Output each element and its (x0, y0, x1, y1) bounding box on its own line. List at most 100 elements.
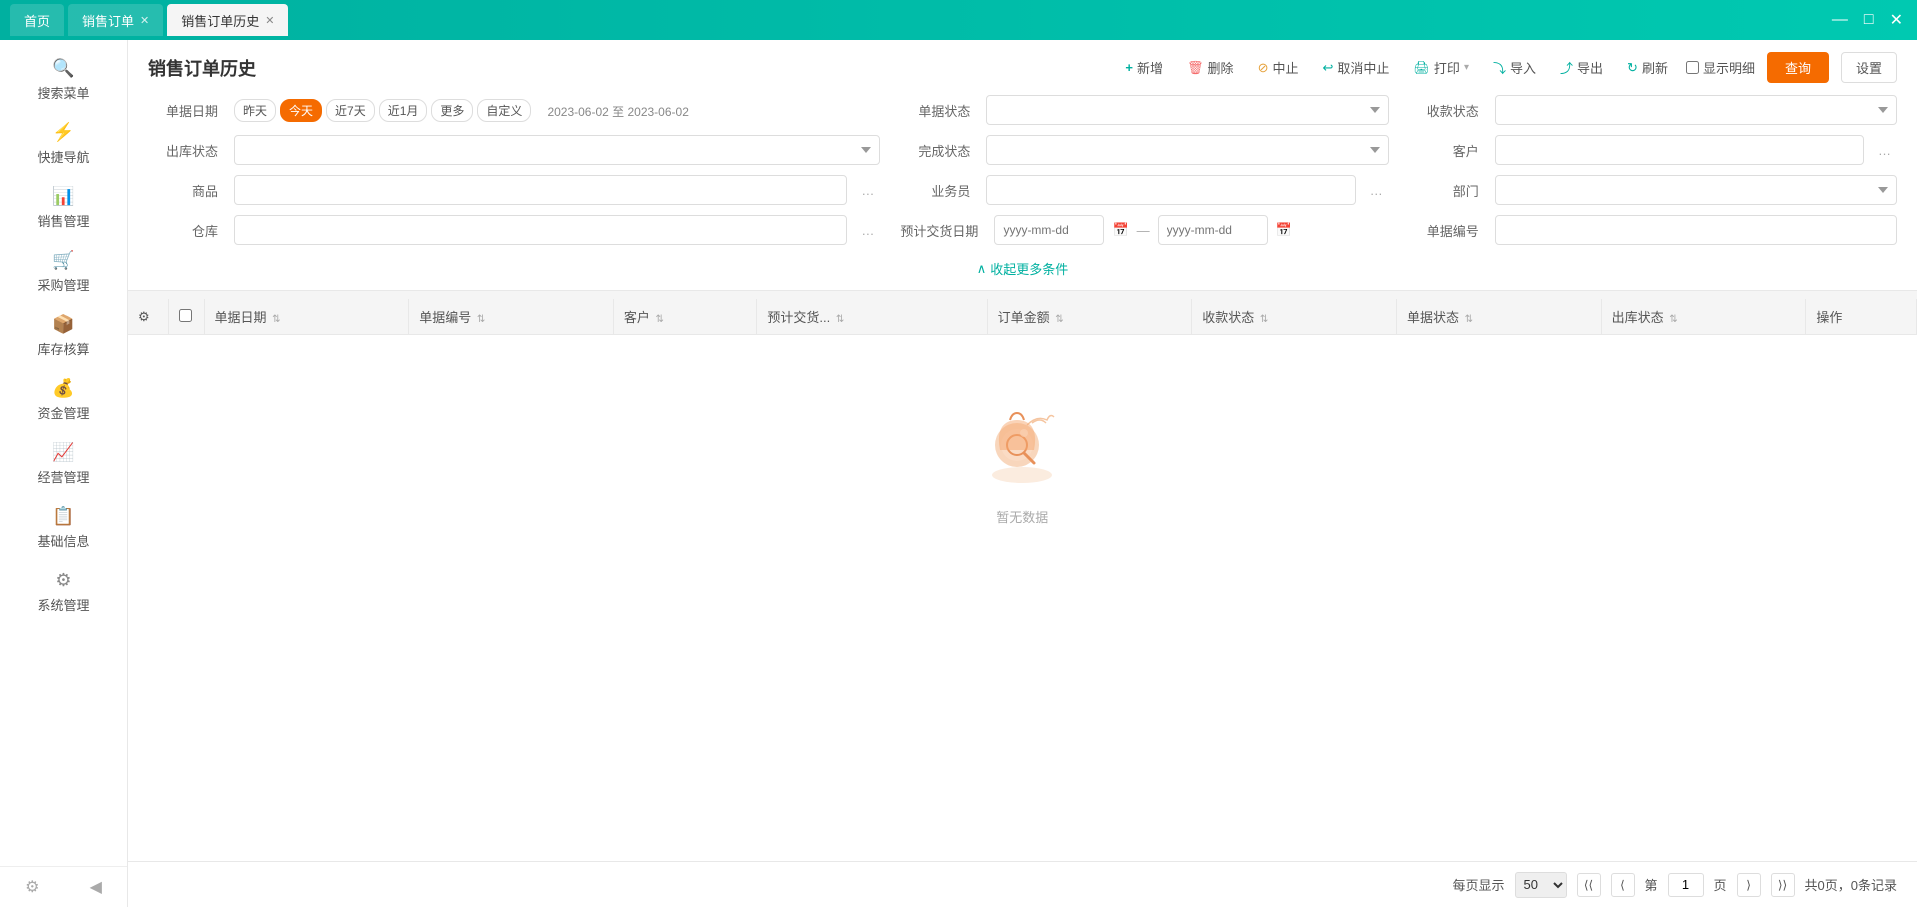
page-size-select[interactable]: 10 20 50 100 (1515, 872, 1567, 898)
date-btn-today[interactable]: 今天 (280, 99, 322, 122)
next-page-button[interactable]: ⟩ (1737, 873, 1761, 897)
col-date-label: 单据日期 (215, 310, 267, 325)
filter-department: 部门 (1409, 175, 1897, 205)
collapse-label: 收起更多条件 (990, 259, 1068, 278)
product-dots[interactable]: … (855, 183, 880, 198)
date-btn-yesterday[interactable]: 昨天 (234, 99, 276, 122)
footer: 每页显示 10 20 50 100 ⟨⟨ ⟨ 第 页 ⟩ ⟩⟩ 共0页，0条记录 (128, 861, 1917, 907)
product-input[interactable] (234, 175, 847, 205)
sidebar-item-shortcuts[interactable]: ⚡ 快捷导航 (0, 112, 127, 176)
filter-outbound-status: 出库状态 (148, 135, 880, 165)
maximize-button[interactable]: □ (1860, 11, 1878, 29)
delete-button[interactable]: 🗑 删除 (1181, 54, 1240, 81)
tab-home[interactable]: 首页 (10, 4, 64, 36)
date-dash: — (1137, 223, 1150, 238)
top-bar: 首页 销售订单 ✕ 销售订单历史 ✕ — □ ✕ (0, 0, 1917, 40)
date-btn-7days[interactable]: 近7天 (326, 99, 375, 122)
col-customer-label: 客户 (624, 310, 650, 325)
last-page-button[interactable]: ⟩⟩ (1771, 873, 1795, 897)
chevron-up-icon: ∧ (977, 261, 987, 277)
filter-order-number: 单据编号 (1409, 215, 1897, 245)
payment-status-select[interactable] (1495, 95, 1897, 125)
date-btn-1month[interactable]: 近1月 (379, 99, 428, 122)
display-detail-checkbox[interactable] (1686, 61, 1699, 74)
setting-button[interactable]: 设置 (1841, 52, 1897, 83)
filter-row-2: 出库状态 完成状态 客户 … (148, 135, 1897, 165)
customer-dots[interactable]: … (1872, 143, 1897, 158)
new-button[interactable]: + 新增 (1119, 54, 1169, 81)
sidebar-item-finance[interactable]: 💰 资金管理 (0, 368, 127, 432)
first-page-button[interactable]: ⟨⟨ (1577, 873, 1601, 897)
delivery-date-from[interactable] (994, 215, 1104, 245)
sort-amount-icon: ⇅ (1055, 314, 1063, 325)
tab-sales-order-history[interactable]: 销售订单历史 ✕ (167, 4, 288, 36)
calendar-to-icon[interactable]: 📅 (1276, 222, 1292, 238)
product-label: 商品 (148, 181, 218, 200)
sidebar-item-basic-info[interactable]: 📋 基础信息 (0, 496, 127, 560)
col-number[interactable]: 单据编号 ⇅ (409, 299, 614, 335)
prev-page-button[interactable]: ⟨ (1611, 873, 1635, 897)
print-icon: 🖨 (1413, 60, 1430, 76)
salesperson-dots[interactable]: … (1364, 183, 1389, 198)
table-header-row: ⚙ 单据日期 ⇅ 单据编号 ⇅ (128, 299, 1917, 335)
sidebar-settings-icon[interactable]: ⚙ (25, 877, 39, 897)
warehouse-dots[interactable]: … (855, 223, 880, 238)
col-checkbox[interactable] (168, 299, 204, 335)
collapse-row[interactable]: ∧ 收起更多条件 (148, 255, 1897, 278)
stop-icon: ⊘ (1258, 60, 1269, 76)
col-settings[interactable]: ⚙ (128, 299, 168, 335)
col-order-status[interactable]: 单据状态 ⇅ (1396, 299, 1601, 335)
col-customer[interactable]: 客户 ⇅ (613, 299, 757, 335)
sidebar-item-purchase[interactable]: 🛒 采购管理 (0, 240, 127, 304)
col-delivery[interactable]: 预计交货... ⇅ (757, 299, 987, 335)
col-order-status-label: 单据状态 (1407, 310, 1459, 325)
filter-payment-status: 收款状态 (1409, 95, 1897, 125)
col-delivery-label: 预计交货... (767, 310, 830, 325)
payment-status-label: 收款状态 (1409, 101, 1479, 120)
customer-input[interactable] (1495, 135, 1864, 165)
delivery-date-to[interactable] (1158, 215, 1268, 245)
cancel-stop-button[interactable]: ↩ 取消中止 (1316, 54, 1395, 81)
sidebar-collapse-icon[interactable]: ◀ (90, 877, 102, 897)
completion-status-select[interactable] (986, 135, 1388, 165)
query-button[interactable]: 查询 (1767, 52, 1829, 83)
minimize-button[interactable]: — (1828, 11, 1852, 29)
date-btn-more[interactable]: 更多 (431, 99, 473, 122)
table-settings-icon[interactable]: ⚙ (138, 309, 150, 324)
outbound-status-select[interactable] (234, 135, 880, 165)
order-status-label: 单据状态 (900, 101, 970, 120)
print-button[interactable]: 🖨 打印 ▾ (1407, 54, 1475, 81)
sidebar-item-sales[interactable]: 📊 销售管理 (0, 176, 127, 240)
close-window-button[interactable]: ✕ (1886, 10, 1907, 30)
export-button[interactable]: ⤴ 导出 (1554, 54, 1609, 81)
empty-text: 暂无数据 (996, 507, 1048, 526)
department-select[interactable] (1495, 175, 1897, 205)
date-btn-custom[interactable]: 自定义 (477, 99, 531, 122)
page-number-input[interactable] (1668, 873, 1704, 897)
col-outbound-status[interactable]: 出库状态 ⇅ (1601, 299, 1806, 335)
order-status-select[interactable] (986, 95, 1388, 125)
filter-product: 商品 … (148, 175, 880, 205)
salesperson-input[interactable] (986, 175, 1355, 205)
col-amount[interactable]: 订单金额 ⇅ (987, 299, 1192, 335)
warehouse-input[interactable] (234, 215, 847, 245)
col-payment-status[interactable]: 收款状态 ⇅ (1192, 299, 1397, 335)
col-date[interactable]: 单据日期 ⇅ (204, 299, 409, 335)
sidebar-item-system[interactable]: ⚙ 系统管理 (0, 560, 127, 624)
select-all-checkbox[interactable] (179, 309, 192, 322)
close-sales-order-history-tab[interactable]: ✕ (265, 14, 274, 27)
stop-button[interactable]: ⊘ 中止 (1252, 54, 1305, 81)
page-label: 页 (1714, 875, 1727, 894)
sort-number-icon: ⇅ (477, 314, 485, 325)
sort-order-status-icon: ⇅ (1465, 314, 1473, 325)
refresh-button[interactable]: ↻ 刷新 (1621, 54, 1674, 81)
sidebar-item-operations[interactable]: 📈 经营管理 (0, 432, 127, 496)
sidebar-item-search[interactable]: 🔍 搜索菜单 (0, 48, 127, 112)
sidebar-item-inventory[interactable]: 📦 库存核算 (0, 304, 127, 368)
calendar-from-icon[interactable]: 📅 (1112, 222, 1128, 238)
tab-sales-order[interactable]: 销售订单 ✕ (68, 4, 163, 36)
order-number-input[interactable] (1495, 215, 1897, 245)
close-sales-order-tab[interactable]: ✕ (140, 14, 149, 27)
import-button[interactable]: ⤵ 导入 (1487, 54, 1542, 81)
filter-delivery-date: 预计交货日期 📅 — 📅 (900, 215, 1388, 245)
